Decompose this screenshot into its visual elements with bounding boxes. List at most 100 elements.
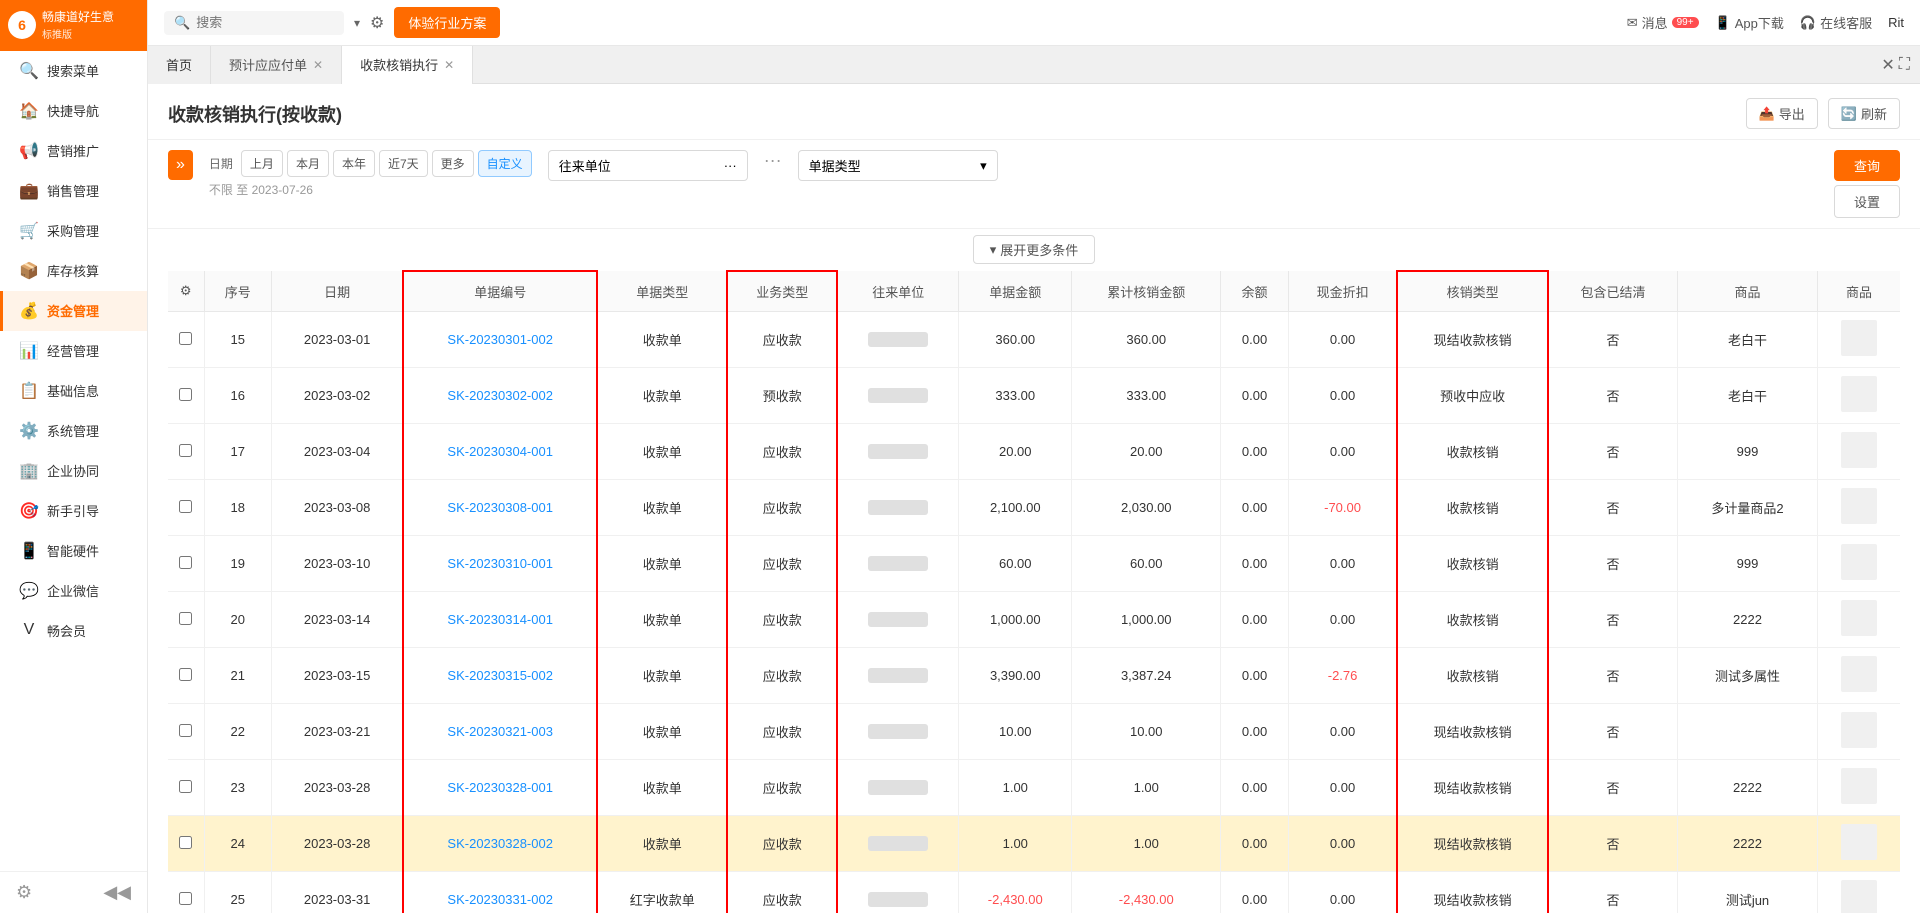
sidebar-item-hardware[interactable]: 📱智能硬件 (0, 531, 147, 571)
tab-payable-close[interactable]: ✕ (313, 58, 323, 72)
goods-thumbnail (1841, 376, 1877, 412)
row-checkbox[interactable] (179, 332, 192, 345)
td-settings[interactable] (168, 368, 204, 424)
user-btn[interactable]: Rit (1888, 15, 1904, 30)
td-settings[interactable] (168, 648, 204, 704)
messages-btn[interactable]: ✉ 消息 99+ (1627, 13, 1699, 32)
td-settings[interactable] (168, 872, 204, 913)
doc-no-link[interactable]: SK-20230328-001 (447, 780, 553, 795)
sidebar-logo: 6 畅康道好生意 标推版 (0, 0, 147, 51)
doc-no-link[interactable]: SK-20230328-002 (447, 836, 553, 851)
td-settings[interactable] (168, 816, 204, 872)
doc-no-link[interactable]: SK-20230308-001 (447, 500, 553, 515)
td-settings[interactable] (168, 312, 204, 368)
marketing-icon: 📢 (19, 141, 39, 161)
sidebar-item-base[interactable]: 📋基础信息 (0, 371, 147, 411)
table-container[interactable]: ⚙ 序号 日期 单据编号 单据类型 业务类型 往来单位 单据金额 累计核销金额 … (148, 270, 1920, 913)
td-settings[interactable] (168, 760, 204, 816)
filter-toggle-btn[interactable]: » (168, 150, 193, 180)
row-checkbox[interactable] (179, 724, 192, 737)
sidebar-item-operation[interactable]: 📊经营管理 (0, 331, 147, 371)
filter-type-select[interactable]: 单据类型 ▾ (798, 150, 998, 181)
sidebar-item-quick-nav[interactable]: 🏠快捷导航 (0, 91, 147, 131)
row-checkbox[interactable] (179, 836, 192, 849)
th-settings[interactable]: ⚙ (168, 271, 204, 312)
goods-thumbnail (1841, 824, 1877, 860)
sidebar-item-wechat[interactable]: 💬企业微信 (0, 571, 147, 611)
table-row: 16 2023-03-02 SK-20230302-002 收款单 预收款 ██… (168, 368, 1900, 424)
doc-no-link[interactable]: SK-20230315-002 (447, 668, 553, 683)
tab-home[interactable]: 首页 (148, 46, 211, 84)
tab-close-all-icon[interactable]: ✕ (1881, 55, 1894, 75)
tab-payable-label: 预计应应付单 (229, 55, 307, 74)
app-download-btn[interactable]: 📱 App下载 (1715, 13, 1784, 32)
sidebar-item-sales[interactable]: 💼销售管理 (0, 171, 147, 211)
doc-no-link[interactable]: SK-20230331-002 (447, 892, 553, 907)
row-checkbox[interactable] (179, 892, 192, 905)
dropdown-arrow-icon[interactable]: ▾ (354, 16, 360, 30)
phone-icon: 📱 (1715, 15, 1731, 31)
date-btn-7days[interactable]: 近7天 (379, 150, 428, 177)
date-btn-more[interactable]: 更多 (432, 150, 474, 177)
table-row: 24 2023-03-28 SK-20230328-002 收款单 应收款 ██… (168, 816, 1900, 872)
settings-icon[interactable]: ⚙ (16, 882, 32, 903)
sidebar-item-finance[interactable]: 💰资金管理 (0, 291, 147, 331)
td-cash-discount: 0.00 (1288, 536, 1397, 592)
table-row: 15 2023-03-01 SK-20230301-002 收款单 应收款 ██… (168, 312, 1900, 368)
doc-no-link[interactable]: SK-20230304-001 (447, 444, 553, 459)
sidebar-item-corp[interactable]: 🏢企业协同 (0, 451, 147, 491)
td-date: 2023-03-28 (271, 760, 403, 816)
row-checkbox[interactable] (179, 612, 192, 625)
date-btn-this-year[interactable]: 本年 (333, 150, 375, 177)
doc-no-link[interactable]: SK-20230321-003 (447, 724, 553, 739)
sidebar-item-system[interactable]: ⚙️系统管理 (0, 411, 147, 451)
row-checkbox[interactable] (179, 668, 192, 681)
td-settings[interactable] (168, 424, 204, 480)
sidebar-item-marketing[interactable]: 📢营销推广 (0, 131, 147, 171)
collapse-icon[interactable]: ◀◀ (103, 882, 131, 903)
date-btn-custom[interactable]: 自定义 (478, 150, 532, 177)
tab-expand-icon[interactable]: ⛶ (1899, 56, 1910, 74)
sidebar-item-purchase[interactable]: 🛒采购管理 (0, 211, 147, 251)
td-writeoff: 1.00 (1072, 816, 1221, 872)
row-checkbox[interactable] (179, 388, 192, 401)
sidebar-item-search[interactable]: 🔍搜索菜单 (0, 51, 147, 91)
doc-no-link[interactable]: SK-20230302-002 (447, 388, 553, 403)
td-biz-type: 应收款 (727, 872, 837, 913)
td-settings[interactable] (168, 704, 204, 760)
row-checkbox[interactable] (179, 444, 192, 457)
row-checkbox[interactable] (179, 500, 192, 513)
td-settings[interactable] (168, 480, 204, 536)
doc-no-link[interactable]: SK-20230301-002 (447, 332, 553, 347)
gear-icon[interactable]: ⚙ (370, 13, 384, 33)
doc-no-link[interactable]: SK-20230314-001 (447, 612, 553, 627)
query-btn[interactable]: 查询 (1834, 150, 1900, 181)
td-doc-no: SK-20230328-002 (403, 816, 597, 872)
td-settings[interactable] (168, 592, 204, 648)
expand-conditions-btn[interactable]: ▾ 展开更多条件 (973, 235, 1096, 264)
filter-unit-select[interactable]: 往来单位 ··· (548, 150, 748, 181)
date-btn-this-month[interactable]: 本月 (287, 150, 329, 177)
td-settings[interactable] (168, 536, 204, 592)
filter-settings-btn[interactable]: 设置 (1834, 185, 1900, 218)
support-btn[interactable]: 🎧 在线客服 (1800, 13, 1872, 32)
tab-payable[interactable]: 预计应应付单 ✕ (211, 46, 342, 84)
td-writeoff-type: 现结收款核销 (1397, 312, 1548, 368)
refresh-btn[interactable]: 🔄 刷新 (1828, 98, 1900, 129)
sidebar-item-inventory[interactable]: 📦库存核算 (0, 251, 147, 291)
search-input[interactable] (196, 15, 316, 30)
td-biz-type: 应收款 (727, 816, 837, 872)
system-icon: ⚙️ (19, 421, 39, 441)
tab-receipts-close[interactable]: ✕ (444, 58, 454, 72)
row-checkbox[interactable] (179, 556, 192, 569)
date-btn-last-month[interactable]: 上月 (241, 150, 283, 177)
sidebar-item-guide[interactable]: 🎯新手引导 (0, 491, 147, 531)
table-row: 25 2023-03-31 SK-20230331-002 红字收款单 应收款 … (168, 872, 1900, 913)
export-btn[interactable]: 📤 导出 (1746, 98, 1818, 129)
doc-no-link[interactable]: SK-20230310-001 (447, 556, 553, 571)
industry-btn[interactable]: 体验行业方案 (394, 7, 500, 38)
topbar-search-container[interactable]: 🔍 (164, 11, 344, 35)
sidebar-item-member[interactable]: V畅会员 (0, 611, 147, 650)
tab-receipts[interactable]: 收款核销执行 ✕ (342, 46, 473, 84)
row-checkbox[interactable] (179, 780, 192, 793)
